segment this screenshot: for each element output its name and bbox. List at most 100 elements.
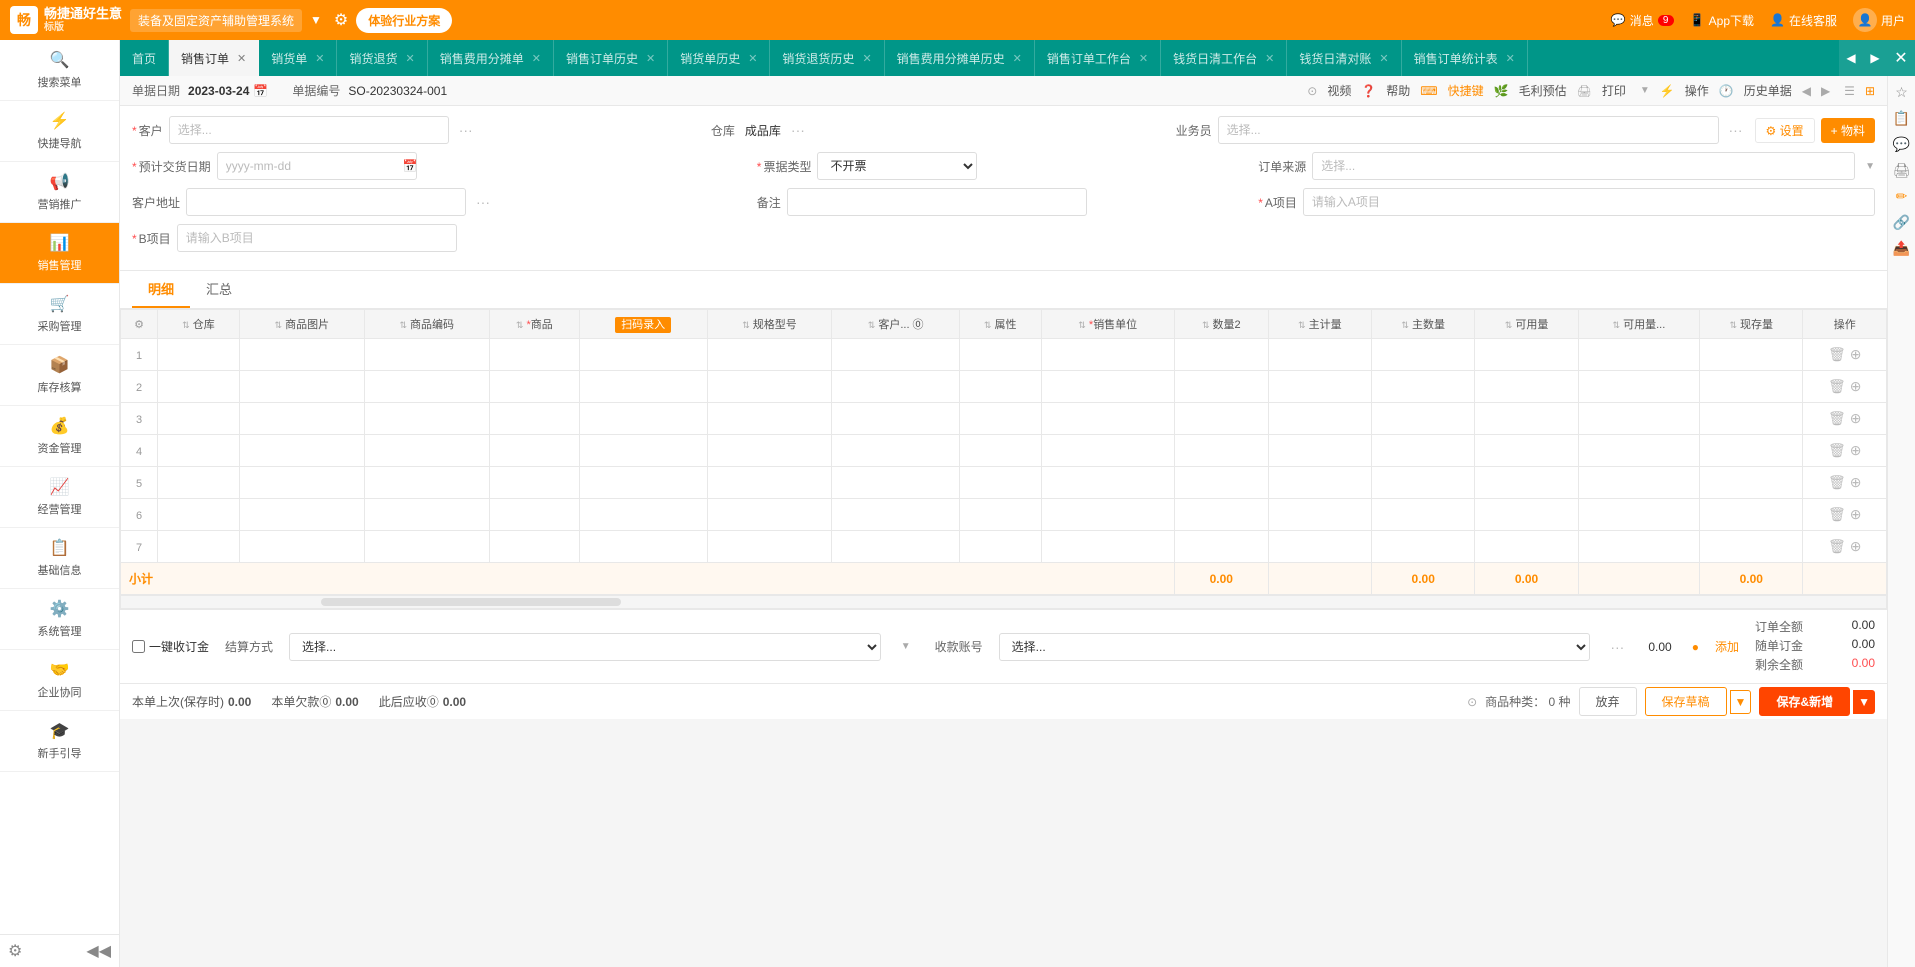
tab-summary[interactable]: 汇总 xyxy=(190,271,248,308)
delete-icon-1[interactable]: 🗑 xyxy=(1828,346,1846,363)
row-ccode-4[interactable] xyxy=(832,435,959,467)
row-avail-4[interactable] xyxy=(1475,435,1578,467)
tab-sales-order[interactable]: 销售订单 ✕ xyxy=(169,40,259,76)
row-mainunit-5[interactable] xyxy=(1268,467,1371,499)
row-warehouse-1[interactable] xyxy=(158,339,240,371)
print-dropdown-arrow[interactable]: ▼ xyxy=(1640,85,1650,96)
row-warehouse-4[interactable] xyxy=(158,435,240,467)
right-icon-1[interactable]: ☆ xyxy=(1890,80,1914,104)
sidebar-collapse-icon[interactable]: ◀◀ xyxy=(86,941,111,961)
view-toggle-icon[interactable]: ☰ xyxy=(1844,84,1855,98)
sidebar-item-marketing[interactable]: 📢 营销推广 xyxy=(0,162,119,223)
profit-btn[interactable]: 毛利预估 xyxy=(1519,82,1567,99)
tab-home[interactable]: 首页 xyxy=(120,40,169,76)
th-current[interactable]: ⇅ 现存量 xyxy=(1700,310,1803,339)
row-avail-1[interactable] xyxy=(1475,339,1578,371)
sidebar-item-guide[interactable]: 🎓 新手引导 xyxy=(0,711,119,772)
ticket-type-select[interactable]: 不开票 xyxy=(817,152,977,180)
row-avail2-5[interactable] xyxy=(1578,467,1699,499)
table-scrollbar[interactable] xyxy=(120,595,1887,609)
sidebar-item-purchase[interactable]: 🛒 采购管理 xyxy=(0,284,119,345)
tab-expense-history-close[interactable]: ✕ xyxy=(1013,52,1022,65)
row-spec-5[interactable] xyxy=(707,467,832,499)
note-input[interactable] xyxy=(787,188,1087,216)
row-avail-2[interactable] xyxy=(1475,371,1578,403)
row-attr-2[interactable] xyxy=(959,371,1041,403)
row-avail-3[interactable] xyxy=(1475,403,1578,435)
copy-icon-7[interactable]: ⊕ xyxy=(1850,538,1862,555)
row-unit-2[interactable] xyxy=(1041,371,1174,403)
row-spec-7[interactable] xyxy=(707,531,832,563)
save-new-button[interactable]: 保存&新增 xyxy=(1759,687,1850,716)
tab-return-history-close[interactable]: ✕ xyxy=(862,52,871,65)
operation-btn[interactable]: 操作 xyxy=(1685,82,1709,99)
sidebar-item-management[interactable]: 📈 经营管理 xyxy=(0,467,119,528)
order-source-dropdown[interactable]: ▼ xyxy=(1865,161,1875,172)
right-icon-7[interactable]: 📤 xyxy=(1890,236,1914,260)
tab-expense[interactable]: 销售费用分摊单 ✕ xyxy=(428,40,554,76)
save-draft-button[interactable]: 保存草稿 xyxy=(1645,687,1727,716)
row-unit-5[interactable] xyxy=(1041,467,1174,499)
row-avail2-4[interactable] xyxy=(1578,435,1699,467)
settings-icon[interactable]: ⚙ xyxy=(334,10,348,30)
row-code-3[interactable] xyxy=(364,403,489,435)
delete-icon-2[interactable]: 🗑 xyxy=(1828,378,1846,395)
th-spec[interactable]: ⇅ 规格型号 xyxy=(707,310,832,339)
row-code-4[interactable] xyxy=(364,435,489,467)
row-code-5[interactable] xyxy=(364,467,489,499)
tab-sales-goods-close[interactable]: ✕ xyxy=(315,52,324,65)
row-mainunit-6[interactable] xyxy=(1268,499,1371,531)
row-code-2[interactable] xyxy=(364,371,489,403)
customer-more-btn[interactable]: ··· xyxy=(455,122,477,138)
tab-cash-account-close[interactable]: ✕ xyxy=(1379,52,1388,65)
help-btn[interactable]: 帮助 xyxy=(1386,82,1410,99)
nav-next-arrow[interactable]: ▶ xyxy=(1863,40,1887,76)
salesperson-more-btn[interactable]: ··· xyxy=(1725,122,1747,138)
row-product-1[interactable] xyxy=(489,339,579,371)
customer-input[interactable] xyxy=(169,116,449,144)
tab-sales-goods[interactable]: 销货单 ✕ xyxy=(259,40,337,76)
row-avail-5[interactable] xyxy=(1475,467,1578,499)
sidebar-item-system[interactable]: ⚙️ 系统管理 xyxy=(0,589,119,650)
delete-icon-4[interactable]: 🗑 xyxy=(1828,442,1846,459)
row-ccode-7[interactable] xyxy=(832,531,959,563)
row-spec-1[interactable] xyxy=(707,339,832,371)
copy-icon-1[interactable]: ⊕ xyxy=(1850,346,1862,363)
dropdown-icon[interactable]: ▼ xyxy=(310,13,322,27)
tab-sales-order-close[interactable]: ✕ xyxy=(237,52,246,65)
row-attr-5[interactable] xyxy=(959,467,1041,499)
row-unit-3[interactable] xyxy=(1041,403,1174,435)
chat-item[interactable]: 💬 消息 9 xyxy=(1611,12,1674,29)
tab-return-history[interactable]: 销货退货历史 ✕ xyxy=(770,40,884,76)
row-spec-3[interactable] xyxy=(707,403,832,435)
tab-goods-history-close[interactable]: ✕ xyxy=(748,52,757,65)
row-qty2-3[interactable] xyxy=(1174,403,1268,435)
row-product-7[interactable] xyxy=(489,531,579,563)
sidebar-item-finance[interactable]: 💰 资金管理 xyxy=(0,406,119,467)
calendar-icon[interactable]: 📅 xyxy=(253,84,268,98)
row-mainqty-6[interactable] xyxy=(1372,499,1475,531)
row-ccode-5[interactable] xyxy=(832,467,959,499)
th-main-qty[interactable]: ⇅ 主数量 xyxy=(1372,310,1475,339)
copy-icon-6[interactable]: ⊕ xyxy=(1850,506,1862,523)
row-spec-2[interactable] xyxy=(707,371,832,403)
tab-workbench[interactable]: 销售订单工作台 ✕ xyxy=(1035,40,1161,76)
view-btn[interactable]: 视频 xyxy=(1327,82,1351,99)
row-ccode-3[interactable] xyxy=(832,403,959,435)
row-mainqty-2[interactable] xyxy=(1372,371,1475,403)
row-mainqty-5[interactable] xyxy=(1372,467,1475,499)
row-mainunit-1[interactable] xyxy=(1268,339,1371,371)
row-attr-4[interactable] xyxy=(959,435,1041,467)
row-product-4[interactable] xyxy=(489,435,579,467)
app-download-item[interactable]: 📱 App下载 xyxy=(1690,12,1754,29)
row-qty2-2[interactable] xyxy=(1174,371,1268,403)
row-mainunit-4[interactable] xyxy=(1268,435,1371,467)
row-mainunit-7[interactable] xyxy=(1268,531,1371,563)
right-icon-4[interactable]: 🖨 xyxy=(1890,158,1914,182)
sidebar-item-quick-nav[interactable]: ⚡ 快捷导航 xyxy=(0,101,119,162)
address-input[interactable] xyxy=(186,188,466,216)
row-avail-7[interactable] xyxy=(1475,531,1578,563)
nav-close-all[interactable]: ✕ xyxy=(1887,40,1915,76)
pay-method-dropdown[interactable]: ▼ xyxy=(901,641,911,652)
th-avail2[interactable]: ⇅ 可用量... xyxy=(1578,310,1699,339)
